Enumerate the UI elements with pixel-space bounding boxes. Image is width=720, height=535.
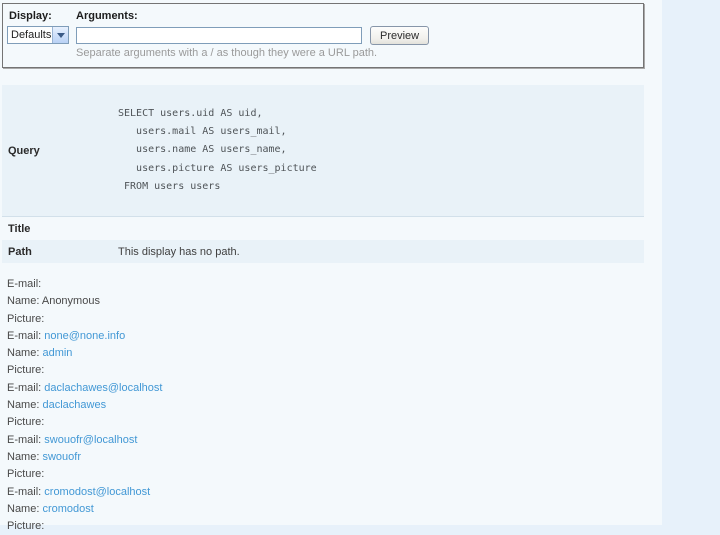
field-picture: Picture:: [7, 362, 637, 379]
email-link[interactable]: none@none.info: [44, 330, 125, 342]
info-table: Query SELECT users.uid AS uid, users.mai…: [2, 85, 644, 263]
name-label: Name:: [7, 347, 43, 360]
name-label: Name:: [7, 399, 43, 412]
arguments-label: Arguments:: [76, 10, 138, 22]
field-email: E-mail: cromodost@localhost: [7, 484, 637, 501]
display-select[interactable]: Defaults: [7, 26, 69, 44]
picture-label: Picture:: [7, 312, 45, 325]
arguments-hint: Separate arguments with a / as though th…: [76, 47, 378, 59]
display-select-value: Defaults: [11, 29, 52, 41]
query-row: Query SELECT users.uid AS uid, users.mai…: [2, 85, 644, 216]
field-email: E-mail: none@none.info: [7, 328, 637, 345]
field-name: Name: daclachawes: [7, 397, 637, 414]
title-value: [118, 223, 644, 235]
field-name: Name: admin: [7, 345, 637, 362]
email-label: E-mail:: [7, 329, 45, 342]
field-name: Name: Anonymous: [7, 293, 637, 310]
field-name: Name: cromodost: [7, 501, 637, 518]
content-area: Display: Arguments: Defaults Preview Sep…: [0, 0, 662, 532]
email-link[interactable]: swouofr@localhost: [44, 434, 137, 446]
field-email: E-mail: daclachawes@localhost: [7, 380, 637, 397]
field-picture: Picture:: [7, 414, 637, 431]
email-label: E-mail:: [7, 278, 42, 290]
field-email: E-mail:: [7, 276, 637, 293]
preview-fieldset: Display: Arguments: Defaults Preview Sep…: [2, 3, 644, 68]
name-label: Name:: [7, 295, 42, 308]
name-label: Name:: [7, 450, 43, 463]
email-label: E-mail:: [7, 485, 45, 498]
picture-label: Picture:: [7, 468, 45, 481]
name-link[interactable]: swouofr: [42, 451, 81, 463]
path-value: This display has no path.: [118, 246, 240, 258]
page-background-strip: [662, 0, 720, 525]
email-label: E-mail:: [7, 433, 45, 446]
field-picture: Picture:: [7, 466, 637, 483]
display-label: Display:: [9, 10, 52, 22]
picture-label: Picture:: [7, 416, 45, 429]
name-link[interactable]: cromodost: [42, 503, 93, 515]
path-label: Path: [8, 246, 32, 258]
results-list: E-mail: Name: Anonymous Picture: E-mail: …: [7, 276, 637, 535]
name-link[interactable]: admin: [42, 347, 72, 359]
title-label: Title: [8, 223, 31, 235]
path-row: Path This display has no path.: [2, 240, 644, 263]
name-label: Name:: [7, 502, 43, 515]
query-label: Query: [8, 144, 40, 157]
field-name: Name: swouofr: [7, 449, 637, 466]
picture-label: Picture:: [7, 364, 45, 377]
preview-button[interactable]: Preview: [370, 26, 430, 45]
field-picture: Picture:: [7, 518, 637, 535]
picture-label: Picture:: [7, 520, 45, 533]
field-email: E-mail: swouofr@localhost: [7, 432, 637, 449]
email-label: E-mail:: [7, 381, 45, 394]
title-row: Title: [2, 216, 644, 240]
arguments-input[interactable]: [76, 27, 362, 44]
field-picture: Picture:: [7, 311, 637, 328]
chevron-down-icon: [52, 27, 68, 43]
name-value: Anonymous: [41, 295, 100, 308]
query-sql: SELECT users.uid AS uid, users.mail AS u…: [118, 107, 317, 192]
name-link[interactable]: daclachawes: [42, 399, 106, 411]
email-link[interactable]: daclachawes@localhost: [44, 382, 162, 394]
email-link[interactable]: cromodost@localhost: [44, 486, 150, 498]
